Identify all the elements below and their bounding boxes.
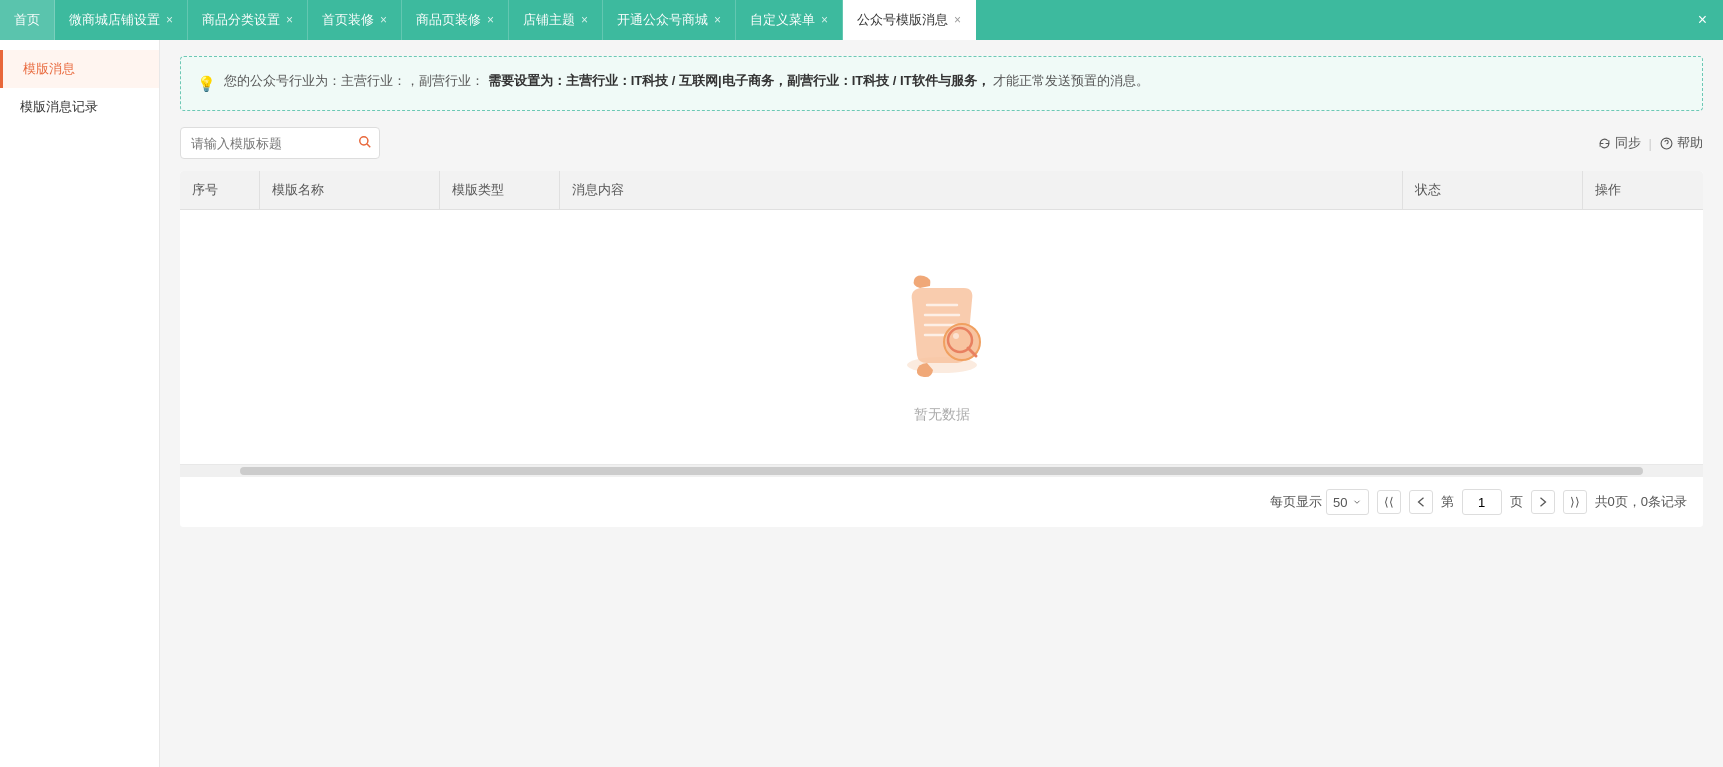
sidebar-item-template-msg[interactable]: 模版消息	[0, 50, 159, 88]
help-icon	[1660, 137, 1673, 150]
th-actions: 操作	[1583, 171, 1703, 209]
data-table: 序号 模版名称 模版类型 消息内容 状态 操作	[180, 171, 1703, 527]
notice-icon: 💡	[197, 72, 216, 96]
sidebar-item-template-record[interactable]: 模版消息记录	[0, 88, 159, 126]
sync-button[interactable]: 同步	[1598, 134, 1641, 152]
tab-open-mall[interactable]: 开通公众号商城 ×	[603, 0, 736, 40]
tab-custom-menu[interactable]: 自定义菜单 ×	[736, 0, 843, 40]
tab-close-open-mall[interactable]: ×	[714, 13, 721, 27]
page-number-input[interactable]	[1462, 489, 1502, 515]
empty-state: 暂无数据	[180, 210, 1703, 464]
page-total: 共0页，0条记录	[1595, 493, 1687, 511]
search-input-wrap	[180, 127, 380, 159]
svg-point-12	[953, 333, 959, 339]
page-prev-button[interactable]	[1409, 490, 1433, 514]
tab-micro-shop[interactable]: 微商城店铺设置 ×	[55, 0, 188, 40]
tab-home-decor[interactable]: 首页装修 ×	[308, 0, 402, 40]
th-content: 消息内容	[560, 171, 1403, 209]
tab-bar: 首页 微商城店铺设置 × 商品分类设置 × 首页装修 × 商品页装修 × 店铺主…	[0, 0, 1723, 40]
th-type: 模版类型	[440, 171, 560, 209]
page-size-selector: 每页显示 50	[1270, 489, 1368, 515]
tab-close-product-category[interactable]: ×	[286, 13, 293, 27]
tab-close-micro-shop[interactable]: ×	[166, 13, 173, 27]
content-area: 💡 您的公众号行业为：主营行业：，副营行业： 需要设置为：主营行业：IT科技 /…	[160, 40, 1723, 767]
tab-close-product-decor[interactable]: ×	[487, 13, 494, 27]
page-first-button[interactable]: ⟨⟨	[1377, 490, 1401, 514]
th-index: 序号	[180, 171, 260, 209]
search-button[interactable]	[358, 135, 372, 152]
th-name: 模版名称	[260, 171, 440, 209]
main-layout: 模版消息 模版消息记录 💡 您的公众号行业为：主营行业：，副营行业： 需要设置为…	[0, 40, 1723, 767]
horizontal-scrollbar[interactable]	[180, 464, 1703, 476]
sync-icon	[1598, 137, 1611, 150]
search-bar: 同步 | 帮助	[180, 127, 1703, 159]
sidebar: 模版消息 模版消息记录	[0, 40, 160, 767]
search-input[interactable]	[180, 127, 380, 159]
scrollbar-track	[240, 467, 1643, 475]
search-left	[180, 127, 380, 159]
tab-product-decor[interactable]: 商品页装修 ×	[402, 0, 509, 40]
help-button[interactable]: 帮助	[1660, 134, 1703, 152]
empty-icon	[882, 270, 1002, 390]
search-right: 同步 | 帮助	[1598, 134, 1703, 152]
pagination: 每页显示 50 ⟨⟨ 第 页 ⟩	[180, 476, 1703, 527]
tab-close-shop-theme[interactable]: ×	[581, 13, 588, 27]
tab-close-template-message[interactable]: ×	[954, 13, 961, 27]
tab-close-home-decor[interactable]: ×	[380, 13, 387, 27]
tab-product-category[interactable]: 商品分类设置 ×	[188, 0, 308, 40]
page-last-button[interactable]: ⟩⟩	[1563, 490, 1587, 514]
empty-text: 暂无数据	[914, 406, 970, 424]
tab-close-custom-menu[interactable]: ×	[821, 13, 828, 27]
tab-home[interactable]: 首页	[0, 0, 55, 40]
svg-point-0	[360, 136, 368, 144]
page-next-button[interactable]	[1531, 490, 1555, 514]
next-icon	[1539, 497, 1547, 507]
notice-box: 💡 您的公众号行业为：主营行业：，副营行业： 需要设置为：主营行业：IT科技 /…	[180, 56, 1703, 111]
tab-template-message[interactable]: 公众号模版消息 ×	[843, 0, 976, 40]
svg-line-1	[367, 144, 370, 147]
notice-text: 您的公众号行业为：主营行业：，副营行业： 需要设置为：主营行业：IT科技 / 互…	[224, 71, 1149, 92]
divider: |	[1649, 136, 1652, 151]
table-header: 序号 模版名称 模版类型 消息内容 状态 操作	[180, 171, 1703, 210]
prev-icon	[1417, 497, 1425, 507]
th-status: 状态	[1403, 171, 1583, 209]
page-size-dropdown[interactable]: 50	[1326, 489, 1368, 515]
tab-bar-close-button[interactable]: ×	[1682, 11, 1723, 29]
dropdown-icon	[1352, 497, 1362, 507]
tab-shop-theme[interactable]: 店铺主题 ×	[509, 0, 603, 40]
